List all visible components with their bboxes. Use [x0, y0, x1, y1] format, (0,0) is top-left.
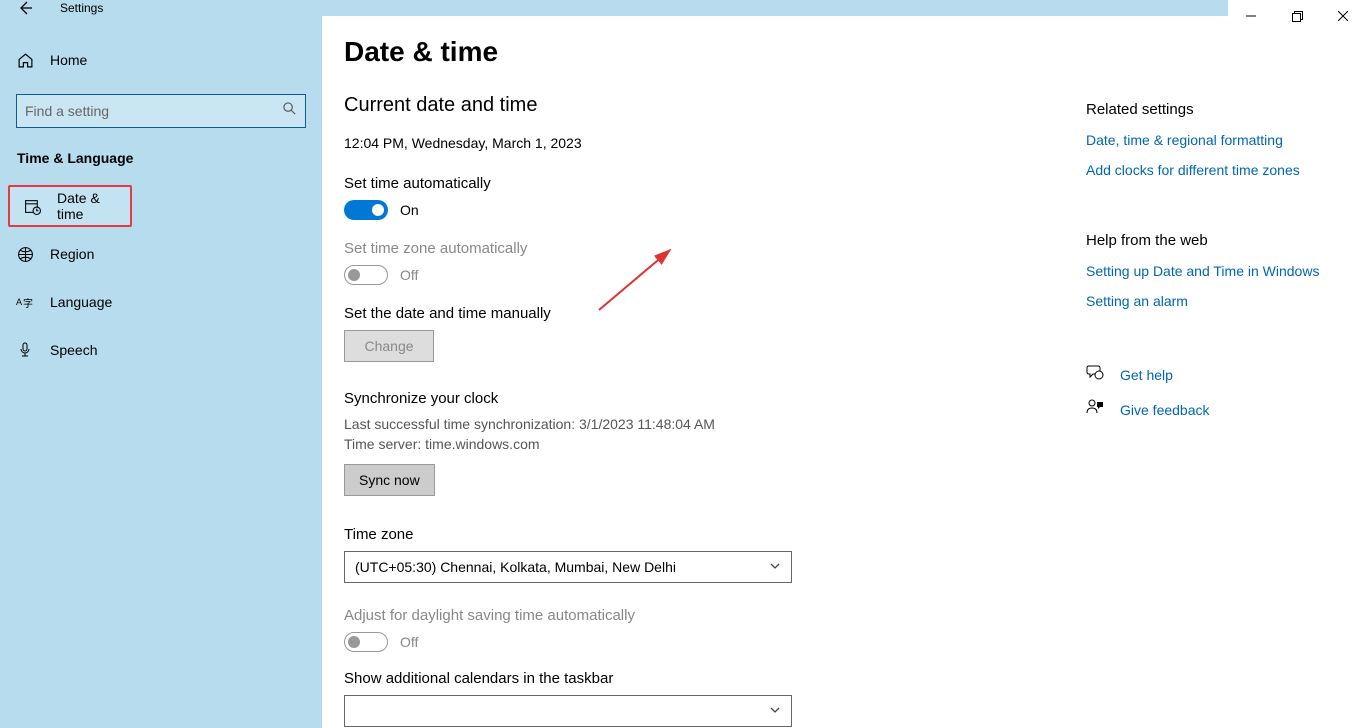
section-current-datetime: Current date and time: [344, 94, 1064, 117]
nav-home[interactable]: Home: [0, 39, 322, 81]
svg-text:A: A: [16, 297, 22, 307]
sync-last-text: Last successful time synchronization: 3/…: [344, 415, 1064, 435]
close-button[interactable]: [1320, 0, 1366, 32]
link-setup-datetime[interactable]: Setting up Date and Time in Windows: [1086, 263, 1346, 279]
window-title: Settings: [60, 1, 103, 15]
set-time-auto-state: On: [400, 202, 419, 218]
titlebar: Settings: [0, 0, 1366, 16]
chevron-down-icon: [769, 703, 781, 719]
set-tz-auto-state: Off: [400, 267, 418, 283]
nav-home-label: Home: [50, 52, 87, 68]
right-panel: Related settings Date, time & regional f…: [1086, 16, 1366, 728]
timezone-select[interactable]: (UTC+05:30) Chennai, Kolkata, Mumbai, Ne…: [344, 551, 792, 583]
additional-calendars-label: Show additional calendars in the taskbar: [344, 670, 1064, 687]
sync-header: Synchronize your clock: [344, 390, 1064, 407]
back-button[interactable]: [0, 0, 50, 16]
minimize-icon: [1246, 11, 1256, 21]
link-regional-formatting[interactable]: Date, time & regional formatting: [1086, 132, 1346, 148]
link-add-clocks[interactable]: Add clocks for different time zones: [1086, 162, 1346, 178]
chevron-down-icon: [769, 559, 781, 575]
sync-now-button[interactable]: Sync now: [344, 464, 435, 496]
svg-text:字: 字: [23, 297, 33, 310]
set-time-auto-toggle[interactable]: [344, 200, 388, 220]
language-icon: A字: [16, 294, 34, 310]
nav-region-label: Region: [50, 246, 94, 262]
help-web-header: Help from the web: [1086, 232, 1346, 249]
home-icon: [16, 52, 34, 69]
microphone-icon: [16, 342, 34, 359]
related-settings-header: Related settings: [1086, 101, 1346, 118]
sync-server-text: Time server: time.windows.com: [344, 435, 1064, 455]
link-get-help[interactable]: Get help: [1120, 367, 1173, 383]
search-box[interactable]: [16, 94, 306, 128]
dst-label: Adjust for daylight saving time automati…: [344, 607, 1064, 624]
sidebar-group-label: Time & Language: [0, 144, 322, 182]
feedback-icon: [1086, 398, 1104, 421]
main-content: Date & time Current date and time 12:04 …: [322, 16, 1086, 728]
change-button: Change: [344, 330, 434, 362]
nav-date-time-label: Date & time: [57, 190, 116, 222]
close-icon: [1338, 11, 1348, 21]
chat-icon: [1086, 363, 1104, 386]
calendar-clock-icon: [24, 198, 41, 215]
nav-language[interactable]: A字 Language: [0, 281, 322, 323]
globe-icon: [16, 246, 34, 263]
dst-toggle: [344, 632, 388, 652]
link-setting-alarm[interactable]: Setting an alarm: [1086, 293, 1346, 309]
window-controls: [1228, 0, 1366, 32]
search-input[interactable]: [25, 103, 282, 119]
additional-calendars-select[interactable]: [344, 695, 792, 727]
page-title: Date & time: [344, 36, 1064, 68]
maximize-icon: [1292, 11, 1303, 22]
nav-date-time[interactable]: Date & time: [8, 185, 132, 227]
set-manual-label: Set the date and time manually: [344, 305, 1064, 322]
nav-speech[interactable]: Speech: [0, 329, 322, 371]
sidebar: Home Time & Language Date & time Reg: [0, 16, 322, 728]
set-tz-auto-toggle: [344, 265, 388, 285]
minimize-button[interactable]: [1228, 0, 1274, 32]
nav-speech-label: Speech: [50, 342, 97, 358]
maximize-button[interactable]: [1274, 0, 1320, 32]
timezone-value: (UTC+05:30) Chennai, Kolkata, Mumbai, Ne…: [355, 559, 676, 575]
dst-state: Off: [400, 634, 418, 650]
link-give-feedback[interactable]: Give feedback: [1120, 402, 1210, 418]
timezone-label: Time zone: [344, 526, 1064, 543]
set-time-auto-label: Set time automatically: [344, 175, 1064, 192]
current-datetime-value: 12:04 PM, Wednesday, March 1, 2023: [344, 135, 1064, 151]
search-icon: [282, 101, 297, 121]
nav-region[interactable]: Region: [0, 233, 322, 275]
back-arrow-icon: [17, 0, 33, 16]
nav-language-label: Language: [50, 294, 112, 310]
set-tz-auto-label: Set time zone automatically: [344, 240, 1064, 257]
